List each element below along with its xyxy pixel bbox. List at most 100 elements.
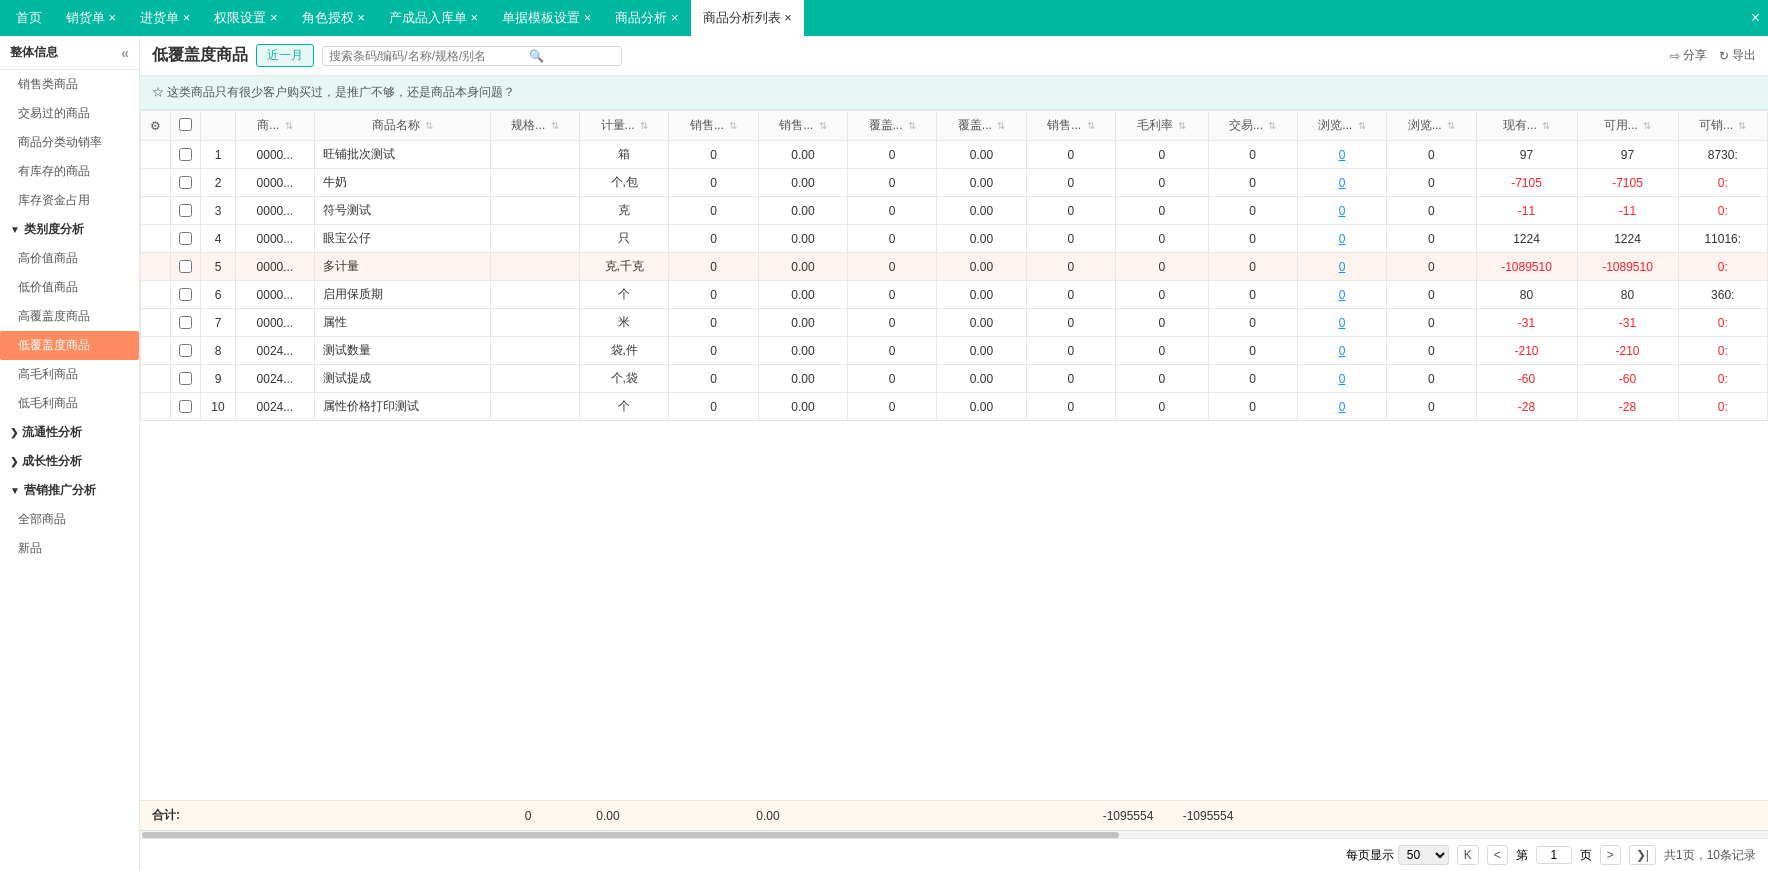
row-checkbox[interactable] (179, 204, 192, 217)
row-name[interactable]: 眼宝公仔 (314, 225, 490, 253)
sort-icon-gross-rate[interactable]: ⇅ (1178, 120, 1186, 131)
sidebar-group-liquidity[interactable]: ❯ 流通性分析 (0, 418, 139, 447)
page-input[interactable] (1536, 846, 1572, 864)
sidebar-item-low-coverage[interactable]: 低覆盖度商品 (0, 331, 139, 360)
sort-icon-cover-a[interactable]: ⇅ (908, 120, 916, 131)
row-browse-a[interactable]: 0 (1297, 197, 1386, 225)
nav-production[interactable]: 产成品入库单 × (377, 0, 490, 36)
row-browse-a[interactable]: 0 (1297, 309, 1386, 337)
row-checkbox-cell[interactable] (171, 309, 201, 337)
page-prev-btn[interactable]: < (1487, 845, 1508, 865)
row-checkbox[interactable] (179, 372, 192, 385)
nav-permissions[interactable]: 权限设置 × (202, 0, 289, 36)
nav-product-analysis-list[interactable]: 商品分析列表 × (691, 0, 804, 36)
sidebar-item-stocked-goods[interactable]: 有库存的商品 (0, 157, 139, 186)
row-checkbox-cell[interactable] (171, 225, 201, 253)
page-last-btn[interactable]: ❯| (1629, 845, 1656, 865)
nav-roles[interactable]: 角色授权 × (290, 0, 377, 36)
nav-template[interactable]: 单据模板设置 × (490, 0, 603, 36)
nav-purchase[interactable]: 进货单 × (128, 0, 202, 36)
nav-home[interactable]: 首页 (4, 0, 54, 36)
row-checkbox[interactable] (179, 260, 192, 273)
sidebar-item-high-coverage[interactable]: 高覆盖度商品 (0, 302, 139, 331)
sort-icon-sales-amt[interactable]: ⇅ (819, 120, 827, 131)
filter-recent-month-btn[interactable]: 近一月 (256, 44, 314, 67)
sidebar-item-inventory-capital[interactable]: 库存资金占用 (0, 186, 139, 215)
sort-icon-avail[interactable]: ⇅ (1643, 120, 1651, 131)
sidebar-item-sales-goods[interactable]: 销售类商品 (0, 70, 139, 99)
sidebar-item-high-value[interactable]: 高价值商品 (0, 244, 139, 273)
row-name[interactable]: 多计量 (314, 253, 490, 281)
sort-icon-cover-b[interactable]: ⇅ (997, 120, 1005, 131)
nav-sales[interactable]: 销货单 × (54, 0, 128, 36)
row-checkbox-cell[interactable] (171, 253, 201, 281)
sort-icon-spec[interactable]: ⇅ (551, 120, 559, 131)
row-browse-a[interactable]: 0 (1297, 253, 1386, 281)
row-checkbox-cell[interactable] (171, 169, 201, 197)
sort-icon-unit[interactable]: ⇅ (640, 120, 648, 131)
row-name[interactable]: 旺铺批次测试 (314, 141, 490, 169)
sidebar-item-category-rate[interactable]: 商品分类动销率 (0, 128, 139, 157)
sidebar-item-high-margin[interactable]: 高毛利商品 (0, 360, 139, 389)
row-name[interactable]: 属性 (314, 309, 490, 337)
row-browse-a[interactable]: 0 (1297, 281, 1386, 309)
row-checkbox[interactable] (179, 288, 192, 301)
sort-icon-browse-b[interactable]: ⇅ (1447, 120, 1455, 131)
page-first-btn[interactable]: K (1457, 845, 1479, 865)
sort-icon-sales-qty[interactable]: ⇅ (729, 120, 737, 131)
row-checkbox[interactable] (179, 316, 192, 329)
table-container[interactable]: ⚙ 商... ⇅ 商品名称 ⇅ (140, 110, 1768, 800)
page-size-dropdown[interactable]: 50 100 200 (1398, 845, 1449, 865)
sidebar-item-all-goods[interactable]: 全部商品 (0, 505, 139, 534)
row-browse-a[interactable]: 0 (1297, 393, 1386, 421)
sort-icon-code[interactable]: ⇅ (285, 120, 293, 131)
sidebar-group-category[interactable]: ▼ 类别度分析 (0, 215, 139, 244)
row-checkbox-cell[interactable] (171, 197, 201, 225)
sidebar-item-low-margin[interactable]: 低毛利商品 (0, 389, 139, 418)
row-browse-a[interactable]: 0 (1297, 169, 1386, 197)
sort-icon-sales-c[interactable]: ⇅ (1087, 120, 1095, 131)
sidebar-item-new-goods[interactable]: 新品 (0, 534, 139, 563)
export-btn[interactable]: ↻ 导出 (1719, 47, 1756, 64)
sort-icon-name[interactable]: ⇅ (425, 120, 433, 131)
row-name[interactable]: 符号测试 (314, 197, 490, 225)
row-checkbox-cell[interactable] (171, 337, 201, 365)
row-name[interactable]: 牛奶 (314, 169, 490, 197)
sidebar-group-growth[interactable]: ❯ 成长性分析 (0, 447, 139, 476)
row-name[interactable]: 启用保质期 (314, 281, 490, 309)
row-checkbox[interactable] (179, 176, 192, 189)
share-btn[interactable]: ⇨ 分享 (1670, 47, 1707, 64)
nav-close-icon[interactable]: × (1751, 9, 1760, 27)
sort-icon-sellable[interactable]: ⇅ (1738, 120, 1746, 131)
row-checkbox[interactable] (179, 400, 192, 413)
sort-icon-stock-a[interactable]: ⇅ (1542, 120, 1550, 131)
nav-product-analysis[interactable]: 商品分析 × (603, 0, 690, 36)
page-next-btn[interactable]: > (1600, 845, 1621, 865)
row-checkbox-cell[interactable] (171, 141, 201, 169)
row-name[interactable]: 测试提成 (314, 365, 490, 393)
sidebar-group-marketing[interactable]: ▼ 营销推广分析 (0, 476, 139, 505)
row-browse-a[interactable]: 0 (1297, 337, 1386, 365)
select-all-checkbox[interactable] (179, 118, 192, 131)
th-settings[interactable]: ⚙ (141, 111, 171, 141)
sidebar-item-low-value[interactable]: 低价值商品 (0, 273, 139, 302)
search-icon[interactable]: 🔍 (529, 49, 544, 63)
sidebar-item-traded-goods[interactable]: 交易过的商品 (0, 99, 139, 128)
row-checkbox-cell[interactable] (171, 365, 201, 393)
row-checkbox-cell[interactable] (171, 281, 201, 309)
sidebar-collapse-btn[interactable]: « (121, 45, 129, 61)
sort-icon-trade[interactable]: ⇅ (1268, 120, 1276, 131)
row-browse-a[interactable]: 0 (1297, 225, 1386, 253)
row-checkbox-cell[interactable] (171, 393, 201, 421)
row-browse-a[interactable]: 0 (1297, 365, 1386, 393)
horizontal-scrollbar[interactable] (140, 830, 1768, 838)
search-input[interactable] (329, 49, 529, 63)
row-checkbox[interactable] (179, 344, 192, 357)
settings-icon[interactable]: ⚙ (150, 119, 161, 133)
row-name[interactable]: 属性价格打印测试 (314, 393, 490, 421)
row-checkbox[interactable] (179, 148, 192, 161)
row-checkbox[interactable] (179, 232, 192, 245)
sort-icon-browse-a[interactable]: ⇅ (1358, 120, 1366, 131)
row-browse-a[interactable]: 0 (1297, 141, 1386, 169)
row-name[interactable]: 测试数量 (314, 337, 490, 365)
